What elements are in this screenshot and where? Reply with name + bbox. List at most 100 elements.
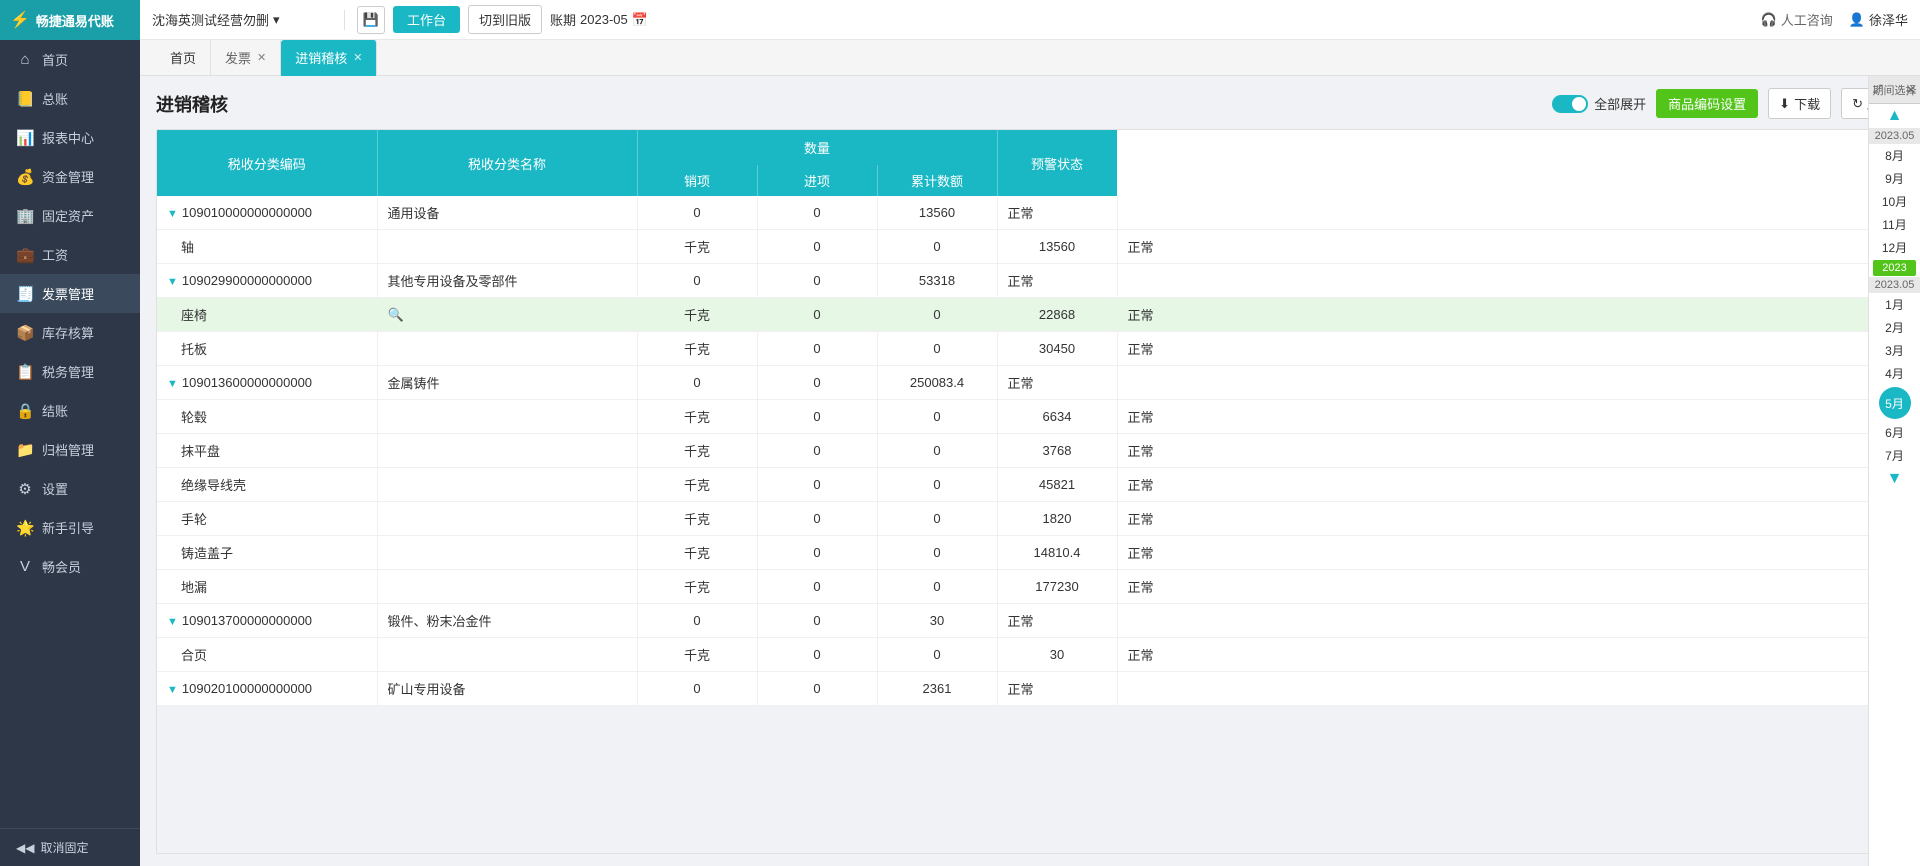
save-button[interactable]: 💾 (357, 6, 385, 34)
sidebar-item-vip[interactable]: V 畅会员 (0, 547, 140, 586)
period-month-2[interactable]: 2月 (1869, 316, 1920, 339)
cell-item-search (377, 468, 637, 502)
cell-sale: 0 (637, 604, 757, 638)
table-row: ▼109010000000000000 通用设备 0 0 13560 正常 (157, 196, 1903, 230)
search-icon[interactable]: 🔍 (388, 307, 404, 322)
cell-total: 53318 (877, 264, 997, 298)
sidebar-item-archive[interactable]: 📁 归档管理 (0, 430, 140, 469)
app-name: 畅捷通易代账 (36, 11, 114, 30)
sidebar: ⚡ 畅捷通易代账 ⌂ 首页 📒 总账 📊 报表中心 💰 资金管理 🏢 固定资产 … (0, 0, 140, 866)
period-month-9[interactable]: 9月 (1869, 167, 1920, 190)
cell-item-search (377, 638, 637, 672)
period-month-1[interactable]: 1月 (1869, 293, 1920, 316)
sidebar-item-ledger[interactable]: 📒 总账 (0, 79, 140, 118)
user-menu[interactable]: 👤 徐泽华 (1849, 10, 1908, 29)
period-month-4[interactable]: 4月 (1869, 362, 1920, 385)
expand-icon[interactable]: ▼ (167, 378, 178, 390)
toggle-track[interactable] (1552, 95, 1588, 113)
cell-status: 正常 (1117, 400, 1903, 434)
user-name: 徐泽华 (1869, 10, 1908, 29)
expand-icon[interactable]: ▼ (167, 684, 178, 696)
tab-reconcile[interactable]: 进销稽核 ✕ (281, 40, 377, 76)
expand-icon[interactable]: ▼ (167, 208, 178, 220)
expand-icon[interactable]: ▼ (167, 276, 178, 288)
company-selector[interactable]: 沈海英测试经营勿删 ▾ (152, 10, 332, 29)
sidebar-item-assets[interactable]: 🏢 固定资产 (0, 196, 140, 235)
sidebar-item-guide[interactable]: 🌟 新手引导 (0, 508, 140, 547)
period-month-5-active[interactable]: 5月 (1879, 387, 1911, 419)
main-area: 沈海英测试经营勿删 ▾ 💾 工作台 切到旧版 账期 2023-05 📅 🎧 人工… (140, 0, 1920, 866)
period-month-6[interactable]: 6月 (1869, 421, 1920, 444)
app-logo: ⚡ 畅捷通易代账 (0, 0, 140, 40)
cell-purchase: 0 (877, 468, 997, 502)
sidebar-item-closing[interactable]: 🔒 结账 (0, 391, 140, 430)
download-label: 下载 (1794, 94, 1820, 113)
sidebar-label-assets: 固定资产 (42, 206, 94, 225)
period-value: 2023-05 (580, 12, 628, 27)
tab-invoice[interactable]: 发票 ✕ (211, 40, 281, 76)
expand-toggle[interactable]: 全部展开 (1552, 94, 1646, 113)
cell-purchase: 0 (757, 366, 877, 400)
switch-version-button[interactable]: 切到旧版 (468, 5, 542, 34)
period-nav-up[interactable]: ▲ (1869, 104, 1920, 128)
period-month-12[interactable]: 12月 (1869, 236, 1920, 259)
period-year-1: 2023.05 (1869, 128, 1920, 144)
period-month-10[interactable]: 10月 (1869, 190, 1920, 213)
period-month-11[interactable]: 11月 (1869, 213, 1920, 236)
table-row: 合页 千克 0 0 30 正常 (157, 638, 1903, 672)
sidebar-item-home[interactable]: ⌂ 首页 (0, 40, 140, 79)
col-header-purchase: 进项 (757, 165, 877, 196)
period-nav-down[interactable]: ▼ (1869, 467, 1920, 491)
tab-reconcile-close[interactable]: ✕ (353, 51, 362, 64)
cell-item-name: 轮毂 (157, 400, 377, 434)
cell-status: 正常 (1117, 638, 1903, 672)
cell-status: 正常 (1117, 570, 1903, 604)
tabs-bar: 首页 发票 ✕ 进销稽核 ✕ (140, 40, 1920, 76)
table-row: 托板 千克 0 0 30450 正常 (157, 332, 1903, 366)
cell-sale: 0 (637, 264, 757, 298)
tab-invoice-label: 发票 (225, 48, 251, 67)
product-code-button[interactable]: 商品编码设置 (1656, 89, 1758, 118)
cell-tax-name: 其他专用设备及零部件 (377, 264, 637, 298)
close-panel-icon[interactable]: ✕ (1906, 83, 1916, 97)
sidebar-item-tax[interactable]: 📋 税务管理 (0, 352, 140, 391)
sidebar-item-funds[interactable]: 💰 资金管理 (0, 157, 140, 196)
table-row: 地漏 千克 0 0 177230 正常 (157, 570, 1903, 604)
sidebar-label-home: 首页 (42, 50, 68, 69)
sidebar-item-inventory[interactable]: 📦 库存核算 (0, 313, 140, 352)
cell-purchase: 0 (877, 536, 997, 570)
sidebar-item-invoice[interactable]: 🧾 发票管理 (0, 274, 140, 313)
cell-item-search (377, 536, 637, 570)
tab-home[interactable]: 首页 (156, 40, 211, 76)
cell-item-search (377, 434, 637, 468)
cell-sale: 0 (757, 468, 877, 502)
period-year-marker: 2023 (1873, 260, 1916, 276)
cell-sale: 0 (757, 230, 877, 264)
sidebar-item-settings[interactable]: ⚙ 设置 (0, 469, 140, 508)
tab-invoice-close[interactable]: ✕ (257, 51, 266, 64)
col-header-tax-code: 税收分类编码 (157, 130, 377, 196)
calendar-icon[interactable]: 📅 (632, 12, 648, 28)
cell-sale: 0 (757, 434, 877, 468)
period-month-7[interactable]: 7月 (1869, 444, 1920, 467)
cell-tax-code: ▼109013600000000000 (157, 366, 377, 400)
expand-icon[interactable]: ▼ (167, 616, 178, 628)
cell-status: 正常 (997, 196, 1117, 230)
sidebar-label-reports: 报表中心 (42, 128, 94, 147)
table-body: ▼109010000000000000 通用设备 0 0 13560 正常 轴 … (157, 196, 1903, 706)
expand-panel-icon[interactable]: ⤢ (1873, 82, 1883, 97)
sidebar-item-reports[interactable]: 📊 报表中心 (0, 118, 140, 157)
sidebar-label-settings: 设置 (42, 479, 68, 498)
page-content: 进销稽核 全部展开 商品编码设置 ⬇ 下载 ↻ 刷 (140, 76, 1920, 866)
cell-unit: 千克 (637, 400, 757, 434)
download-button[interactable]: ⬇ 下载 (1768, 88, 1831, 119)
period-month-3[interactable]: 3月 (1869, 339, 1920, 362)
sidebar-footer[interactable]: ◀◀ 取消固定 (0, 828, 140, 866)
topbar-divider-1 (344, 10, 345, 30)
workbench-button[interactable]: 工作台 (393, 6, 460, 33)
sidebar-item-salary[interactable]: 💼 工资 (0, 235, 140, 274)
sidebar-icon-tax: 📋 (16, 363, 34, 381)
period-month-8[interactable]: 8月 (1869, 144, 1920, 167)
sidebar-label-salary: 工资 (42, 245, 68, 264)
help-button[interactable]: 🎧 人工咨询 (1761, 10, 1833, 29)
